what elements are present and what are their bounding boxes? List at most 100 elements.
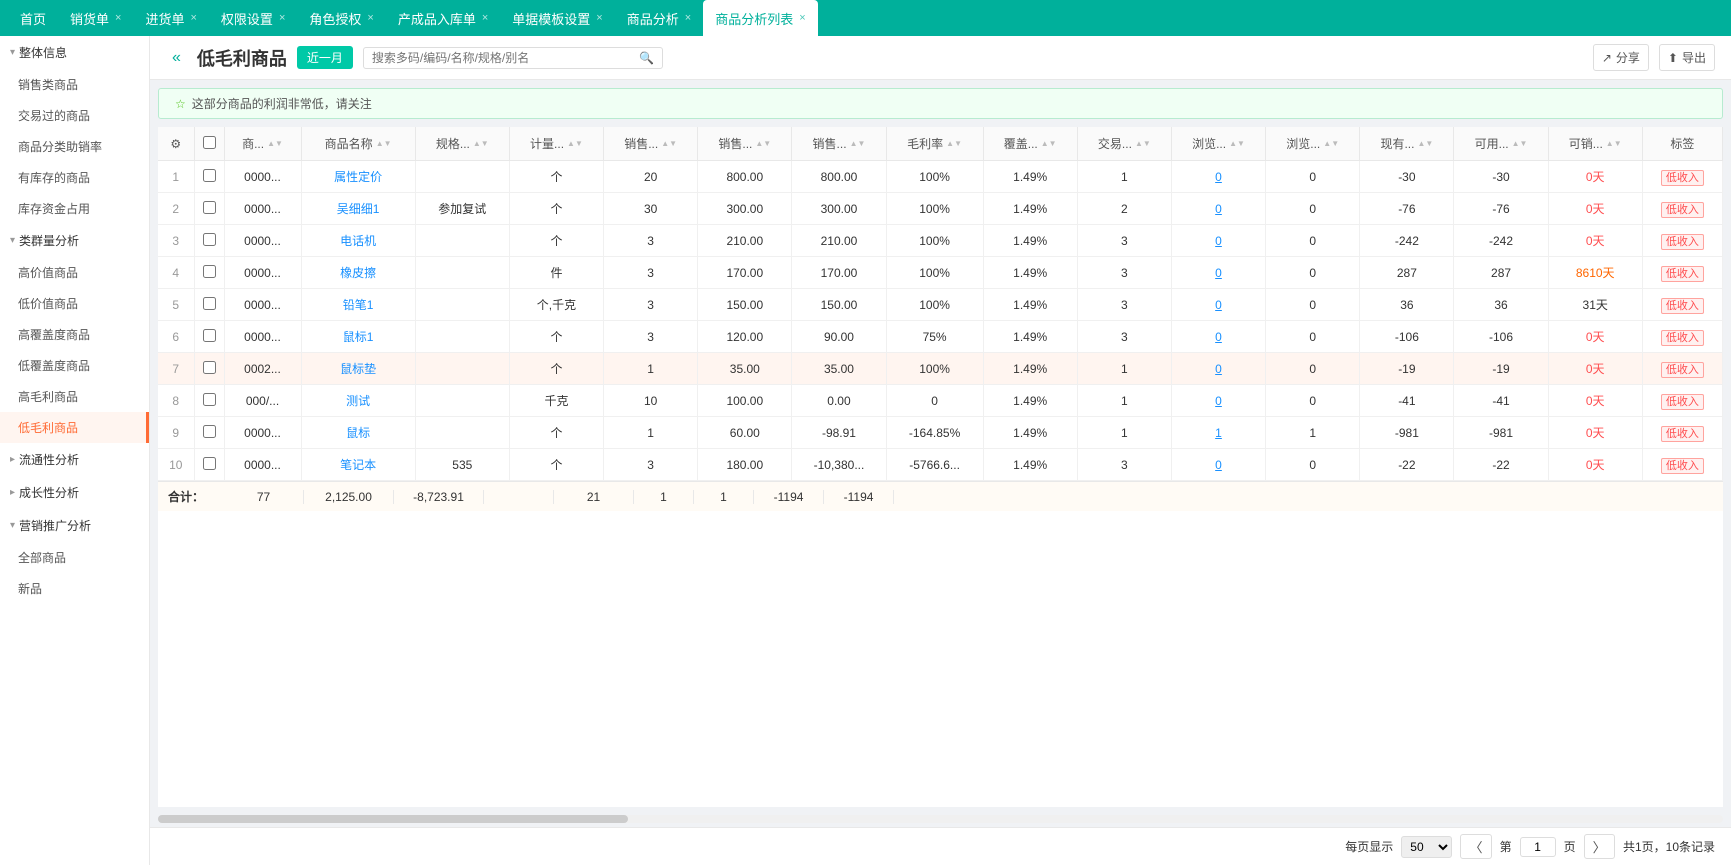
th-transactions[interactable]: 交易...▲▼ bbox=[1077, 127, 1171, 161]
td-name[interactable]: 铅笔1 bbox=[301, 289, 415, 321]
share-button[interactable]: ↗ 分享 bbox=[1593, 44, 1649, 71]
views-link[interactable]: 0 bbox=[1215, 234, 1222, 248]
th-unit[interactable]: 计量...▲▼ bbox=[509, 127, 603, 161]
td-views1[interactable]: 0 bbox=[1171, 289, 1265, 321]
td-checkbox[interactable] bbox=[194, 161, 224, 193]
close-icon[interactable]: × bbox=[685, 12, 691, 24]
sort-icon[interactable]: ▲▼ bbox=[946, 140, 962, 148]
close-icon[interactable]: × bbox=[596, 12, 602, 24]
sort-icon[interactable]: ▲▼ bbox=[1417, 140, 1433, 148]
page-number-input[interactable] bbox=[1520, 837, 1556, 857]
row-checkbox[interactable] bbox=[203, 425, 216, 438]
row-checkbox[interactable] bbox=[203, 457, 216, 470]
close-icon[interactable]: × bbox=[190, 12, 196, 24]
sidebar-item-inventory-capital[interactable]: 库存资金占用 bbox=[0, 193, 149, 224]
prev-page-button[interactable]: 〈 bbox=[1460, 834, 1491, 859]
export-button[interactable]: ⬆ 导出 bbox=[1659, 44, 1715, 71]
sidebar-item-low-coverage[interactable]: 低覆盖度商品 bbox=[0, 350, 149, 381]
close-icon[interactable]: × bbox=[115, 12, 121, 24]
sidebar-item-category-rate[interactable]: 商品分类助销率 bbox=[0, 131, 149, 162]
th-views2[interactable]: 浏览...▲▼ bbox=[1266, 127, 1360, 161]
nav-template-settings[interactable]: 单据模板设置 × bbox=[500, 0, 614, 36]
sort-icon[interactable]: ▲▼ bbox=[1135, 140, 1151, 148]
select-all-checkbox[interactable] bbox=[203, 136, 216, 149]
views-link[interactable]: 0 bbox=[1215, 170, 1222, 184]
sort-icon[interactable]: ▲▼ bbox=[1512, 140, 1528, 148]
td-checkbox[interactable] bbox=[194, 449, 224, 481]
sidebar-group-circulation[interactable]: ▸ 流通性分析 bbox=[0, 443, 149, 476]
views-link[interactable]: 1 bbox=[1215, 426, 1222, 440]
td-checkbox[interactable] bbox=[194, 321, 224, 353]
sort-icon[interactable]: ▲▼ bbox=[1041, 140, 1057, 148]
sort-icon[interactable]: ▲▼ bbox=[661, 140, 677, 148]
sidebar-item-traded-products[interactable]: 交易过的商品 bbox=[0, 100, 149, 131]
row-checkbox[interactable] bbox=[203, 233, 216, 246]
nav-sales-order[interactable]: 销货单 × bbox=[58, 0, 133, 36]
td-checkbox[interactable] bbox=[194, 353, 224, 385]
views-link[interactable]: 0 bbox=[1215, 202, 1222, 216]
td-views1[interactable]: 1 bbox=[1171, 417, 1265, 449]
nav-product-analysis[interactable]: 商品分析 × bbox=[615, 0, 703, 36]
nav-role-auth[interactable]: 角色授权 × bbox=[297, 0, 385, 36]
row-checkbox[interactable] bbox=[203, 329, 216, 342]
scrollbar-track[interactable] bbox=[158, 815, 1723, 823]
collapse-button[interactable]: « bbox=[166, 49, 187, 67]
nav-home[interactable]: 首页 bbox=[8, 0, 58, 36]
views-link[interactable]: 0 bbox=[1215, 330, 1222, 344]
td-views1[interactable]: 0 bbox=[1171, 321, 1265, 353]
sidebar-item-low-margin[interactable]: 低毛利商品 bbox=[0, 412, 149, 443]
sidebar-item-all-products[interactable]: 全部商品 bbox=[0, 542, 149, 573]
row-checkbox[interactable] bbox=[203, 361, 216, 374]
td-name[interactable]: 鼠标1 bbox=[301, 321, 415, 353]
row-checkbox[interactable] bbox=[203, 297, 216, 310]
sort-icon[interactable]: ▲▼ bbox=[850, 140, 866, 148]
views-link[interactable]: 0 bbox=[1215, 362, 1222, 376]
sidebar-item-low-value[interactable]: 低价值商品 bbox=[0, 288, 149, 319]
close-icon[interactable]: × bbox=[279, 12, 285, 24]
td-views1[interactable]: 0 bbox=[1171, 449, 1265, 481]
th-sales-amount[interactable]: 销售...▲▼ bbox=[792, 127, 886, 161]
views-link[interactable]: 0 bbox=[1215, 458, 1222, 472]
th-gross-margin[interactable]: 毛利率▲▼ bbox=[886, 127, 983, 161]
sort-icon[interactable]: ▲▼ bbox=[567, 140, 583, 148]
th-sellable[interactable]: 可销...▲▼ bbox=[1548, 127, 1642, 161]
sidebar-item-in-stock[interactable]: 有库存的商品 bbox=[0, 162, 149, 193]
close-icon[interactable]: × bbox=[482, 12, 488, 24]
th-checkbox[interactable] bbox=[194, 127, 224, 161]
td-name[interactable]: 属性定价 bbox=[301, 161, 415, 193]
row-checkbox[interactable] bbox=[203, 201, 216, 214]
nav-purchase-order[interactable]: 进货单 × bbox=[133, 0, 208, 36]
views-link[interactable]: 0 bbox=[1215, 394, 1222, 408]
date-filter-button[interactable]: 近一月 bbox=[297, 46, 353, 69]
nav-finished-product[interactable]: 产成品入库单 × bbox=[386, 0, 500, 36]
th-tag[interactable]: 标签 bbox=[1642, 127, 1722, 161]
td-views1[interactable]: 0 bbox=[1171, 353, 1265, 385]
td-checkbox[interactable] bbox=[194, 417, 224, 449]
sidebar-item-new-products[interactable]: 新品 bbox=[0, 573, 149, 604]
td-name[interactable]: 笔记本 bbox=[301, 449, 415, 481]
td-name[interactable]: 橡皮擦 bbox=[301, 257, 415, 289]
nav-product-analysis-list[interactable]: 商品分析列表 × bbox=[703, 0, 817, 36]
close-icon[interactable]: × bbox=[799, 12, 805, 24]
page-size-select[interactable]: 50 100 bbox=[1401, 836, 1452, 858]
td-checkbox[interactable] bbox=[194, 257, 224, 289]
sort-icon[interactable]: ▲▼ bbox=[376, 140, 392, 148]
sidebar-group-cluster[interactable]: ▾ 类群量分析 bbox=[0, 224, 149, 257]
th-coverage[interactable]: 覆盖...▲▼ bbox=[983, 127, 1077, 161]
sort-icon[interactable]: ▲▼ bbox=[473, 140, 489, 148]
td-checkbox[interactable] bbox=[194, 193, 224, 225]
td-name[interactable]: 鼠标 bbox=[301, 417, 415, 449]
td-name[interactable]: 电话机 bbox=[301, 225, 415, 257]
td-checkbox[interactable] bbox=[194, 225, 224, 257]
sort-icon[interactable]: ▲▼ bbox=[1229, 140, 1245, 148]
sidebar-item-sales-products[interactable]: 销售类商品 bbox=[0, 69, 149, 100]
sidebar-item-high-value[interactable]: 高价值商品 bbox=[0, 257, 149, 288]
th-code[interactable]: 商...▲▼ bbox=[224, 127, 301, 161]
row-checkbox[interactable] bbox=[203, 393, 216, 406]
td-views1[interactable]: 0 bbox=[1171, 385, 1265, 417]
sidebar-item-high-coverage[interactable]: 高覆盖度商品 bbox=[0, 319, 149, 350]
row-checkbox[interactable] bbox=[203, 265, 216, 278]
td-name[interactable]: 测试 bbox=[301, 385, 415, 417]
td-checkbox[interactable] bbox=[194, 385, 224, 417]
th-views1[interactable]: 浏览...▲▼ bbox=[1171, 127, 1265, 161]
